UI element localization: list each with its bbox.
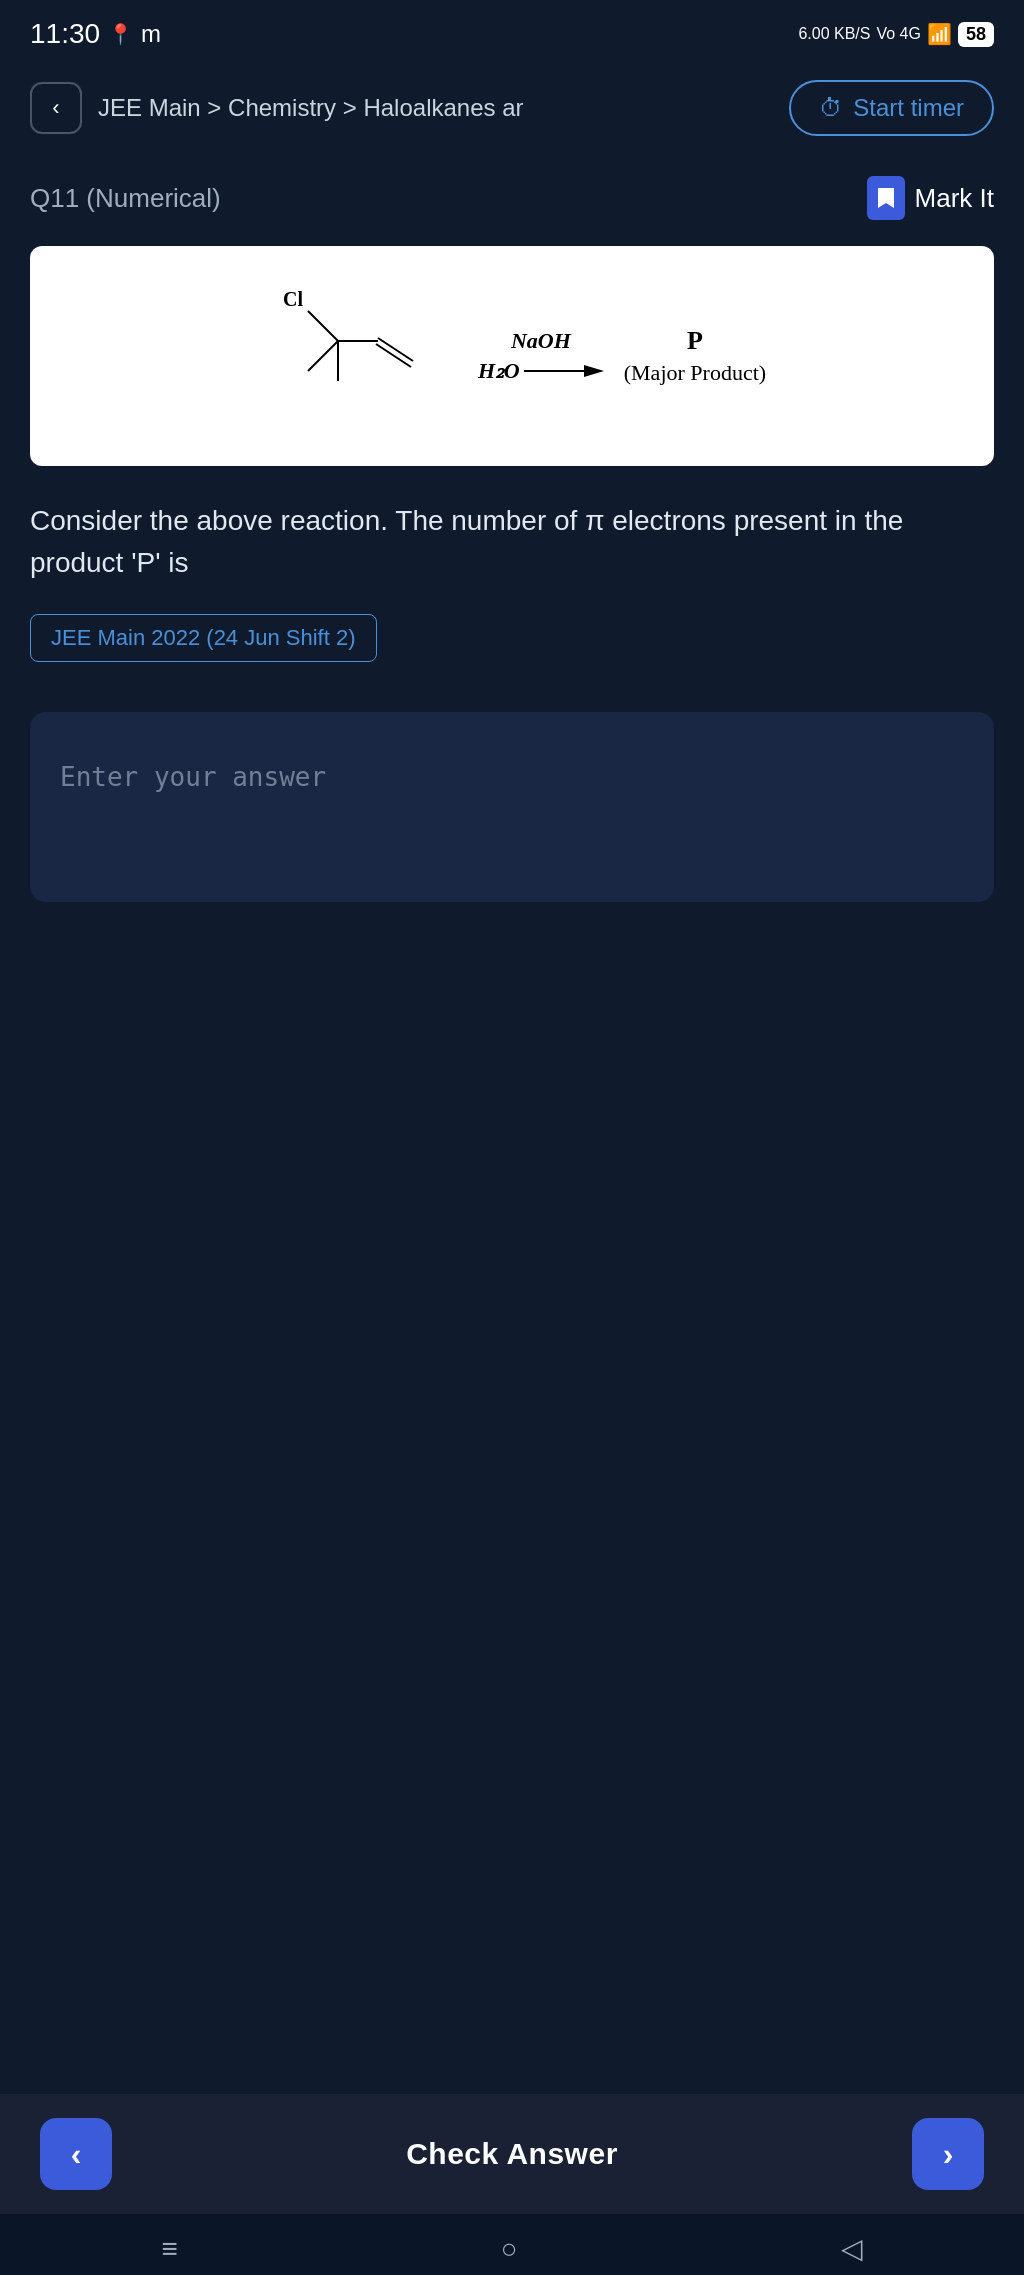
bottom-bar: ‹ Check Answer › — [0, 2094, 1024, 2214]
back-arrow-icon: ‹ — [52, 95, 59, 121]
status-bar: 11:30 📍 m 6.00 KB/S Vo 4G 📶 58 — [0, 0, 1024, 60]
back-nav-icon[interactable]: ◁ — [841, 2232, 863, 2265]
prev-arrow-icon: ‹ — [71, 2136, 82, 2173]
nav-left: ‹ JEE Main > Chemistry > Haloalkanes ar — [30, 82, 524, 134]
check-answer-button[interactable]: Check Answer — [406, 2137, 618, 2171]
question-text: Consider the above reaction. The number … — [0, 490, 1024, 604]
network-type: Vo 4G — [876, 25, 920, 43]
question-header: Q11 (Numerical) Mark It — [0, 156, 1024, 236]
molecule-structure: Cl NaOH H₂O — [258, 276, 766, 436]
time-display: 11:30 — [30, 18, 100, 50]
svg-line-2 — [308, 341, 338, 371]
svg-line-1 — [308, 311, 338, 341]
breadcrumb: JEE Main > Chemistry > Haloalkanes ar — [98, 94, 524, 122]
timer-icon: ⏱ — [819, 94, 843, 122]
battery-indicator: 58 — [958, 22, 994, 47]
reagent-1: NaOH — [511, 328, 571, 354]
next-question-button[interactable]: › — [912, 2118, 984, 2190]
chemistry-diagram: Cl NaOH H₂O — [30, 246, 994, 466]
location-icon: 📍 — [108, 22, 133, 46]
svg-text:Cl: Cl — [283, 288, 303, 310]
mark-it-label: Mark It — [915, 183, 994, 214]
network-speed: 6.00 KB/S — [798, 25, 870, 43]
answer-container — [30, 712, 994, 906]
home-nav-icon[interactable]: ○ — [501, 2233, 518, 2265]
product-label: P — [687, 326, 703, 356]
signal-icon: 📶 — [927, 22, 952, 46]
reactant-svg: Cl — [258, 276, 458, 436]
mark-it-button[interactable]: Mark It — [867, 176, 994, 220]
reagent-2: H₂O — [478, 358, 520, 384]
answer-input[interactable] — [30, 712, 994, 902]
check-answer-label: Check Answer — [406, 2137, 618, 2170]
arrow-svg — [524, 359, 604, 383]
svg-marker-8 — [584, 365, 604, 377]
status-icons-group: 6.00 KB/S Vo 4G 📶 58 — [798, 22, 994, 47]
status-m-indicator: m — [141, 20, 161, 48]
back-button[interactable]: ‹ — [30, 82, 82, 134]
reaction-arrow-section: NaOH H₂O — [478, 328, 604, 384]
major-product-label: (Major Product) — [624, 360, 766, 386]
menu-nav-icon[interactable]: ≡ — [161, 2233, 177, 2265]
system-nav: ≡ ○ ◁ — [0, 2214, 1024, 2275]
start-timer-button[interactable]: ⏱ Start timer — [789, 80, 994, 136]
next-arrow-icon: › — [943, 2136, 954, 2173]
bookmark-icon — [867, 176, 905, 220]
start-timer-label: Start timer — [853, 94, 964, 122]
question-label: Q11 (Numerical) — [30, 183, 221, 214]
question-body: Consider the above reaction. The number … — [30, 505, 903, 578]
exam-tag-container: JEE Main 2022 (24 Jun Shift 2) — [0, 604, 1024, 692]
prev-question-button[interactable]: ‹ — [40, 2118, 112, 2190]
exam-tag: JEE Main 2022 (24 Jun Shift 2) — [30, 614, 377, 662]
nav-bar: ‹ JEE Main > Chemistry > Haloalkanes ar … — [0, 60, 1024, 156]
status-time: 11:30 📍 m — [30, 18, 161, 50]
product-section: P (Major Product) — [624, 326, 766, 386]
content-spacer — [0, 936, 1024, 2094]
